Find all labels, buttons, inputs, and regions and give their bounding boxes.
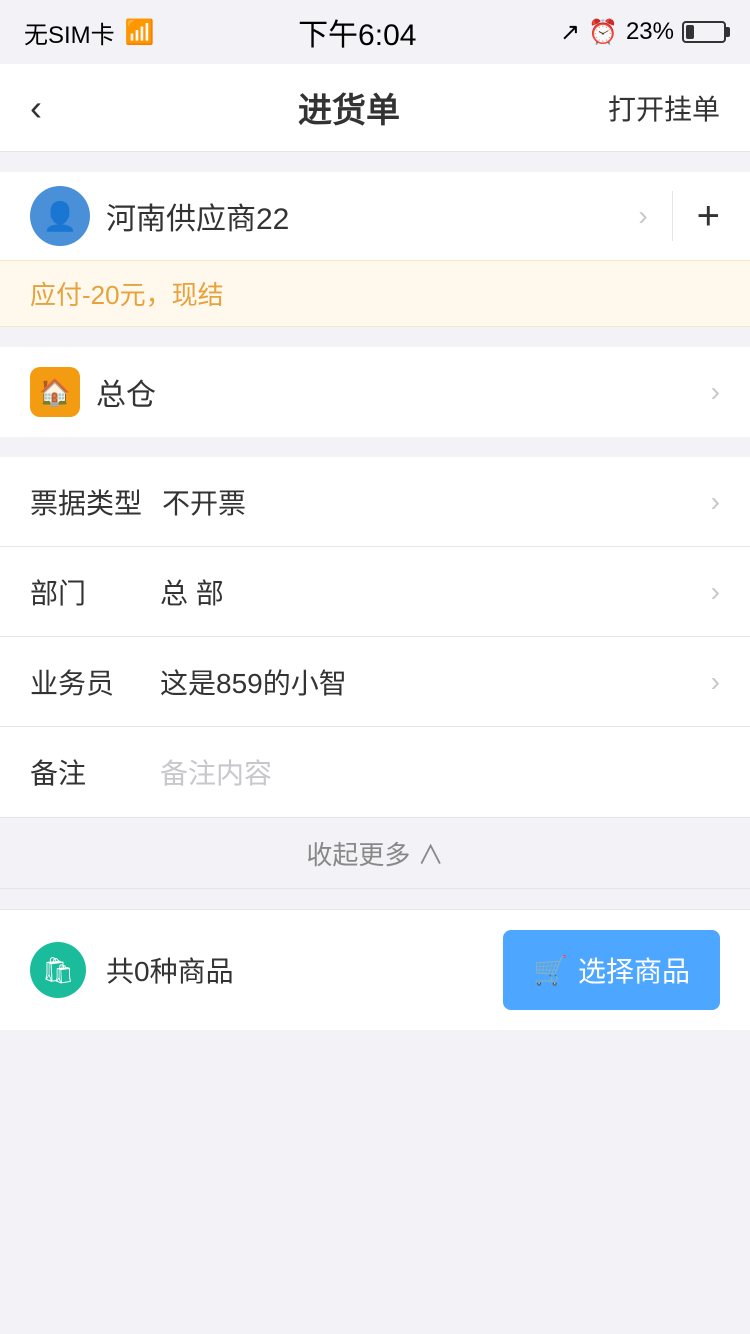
select-product-label: 选择商品 [578,950,690,990]
dept-chevron-icon: › [711,576,720,608]
form-card: 票据类型 不开票 › 部门 总 部 › 业务员 这是859的小智 › 备注 备注… [0,457,750,817]
location-icon: ↗ [560,18,580,47]
notice-bar: 应付-20元，现结 [0,260,750,327]
supplier-row[interactable]: 👤 河南供应商22 › + [0,172,750,260]
collapse-label: 收起更多 ∧ [306,835,443,872]
remark-row[interactable]: 备注 备注内容 [0,727,750,817]
vertical-divider [672,191,673,241]
invoice-chevron-icon: › [711,486,720,518]
invoice-type-label: 票据类型 [30,482,142,522]
status-time: 下午6:04 [298,10,416,54]
supplier-left: 👤 河南供应商22 [30,186,638,246]
status-right: ↗ ⏰ 23% [560,18,726,47]
back-button[interactable]: ‹ [30,87,90,129]
status-bar: 无SIM卡 📶 下午6:04 ↗ ⏰ 23% [0,0,750,64]
warehouse-icon: 🏠 [30,367,80,417]
sales-row[interactable]: 业务员 这是859的小智 › [0,637,750,727]
supplier-chevron-icon: › [638,200,647,232]
sales-label: 业务员 [30,662,140,702]
sales-chevron-icon: › [711,666,720,698]
wifi-icon: 📶 [125,18,155,47]
avatar: 👤 [30,186,90,246]
dept-label: 部门 [30,572,140,612]
battery-icon [682,21,726,43]
alarm-icon: ⏰ [588,18,618,47]
product-bag-icon: 🛍 [41,955,74,986]
dept-value: 总 部 [140,572,711,612]
warehouse-row[interactable]: 🏠 总仓 › [0,347,750,437]
supplier-card: 👤 河南供应商22 › + 应付-20元，现结 [0,172,750,327]
product-count-label: 共0种商品 [106,950,483,990]
supplier-name: 河南供应商22 [106,194,289,238]
section-gap-3 [0,437,750,457]
collapse-row[interactable]: 收起更多 ∧ [0,817,750,889]
remark-label: 备注 [30,752,140,792]
product-icon: 🛍 [30,942,86,998]
page-title: 进货单 [298,83,400,132]
carrier-label: 无SIM卡 [24,15,115,50]
bottom-bar: 🛍 共0种商品 🛒 选择商品 [0,909,750,1030]
status-left: 无SIM卡 📶 [24,15,155,50]
invoice-type-value: 不开票 [142,482,711,522]
select-product-icon: 🛒 [533,954,568,987]
warehouse-chevron-icon: › [711,376,720,408]
remark-input[interactable]: 备注内容 [140,752,720,792]
dept-row[interactable]: 部门 总 部 › [0,547,750,637]
invoice-type-row[interactable]: 票据类型 不开票 › [0,457,750,547]
add-supplier-button[interactable]: + [697,194,720,239]
select-product-button[interactable]: 🛒 选择商品 [503,930,720,1010]
battery-label: 23% [626,18,674,46]
warehouse-card: 🏠 总仓 › [0,347,750,437]
notice-text: 应付-20元，现结 [30,280,224,310]
section-gap-1 [0,152,750,172]
warehouse-name: 总仓 [96,370,711,414]
sales-value: 这是859的小智 [140,662,711,702]
section-gap-4 [0,889,750,909]
section-gap-2 [0,327,750,347]
avatar-icon: 👤 [43,200,78,233]
nav-bar: ‹ 进货单 打开挂单 [0,64,750,152]
open-pending-button[interactable]: 打开挂单 [608,88,720,128]
